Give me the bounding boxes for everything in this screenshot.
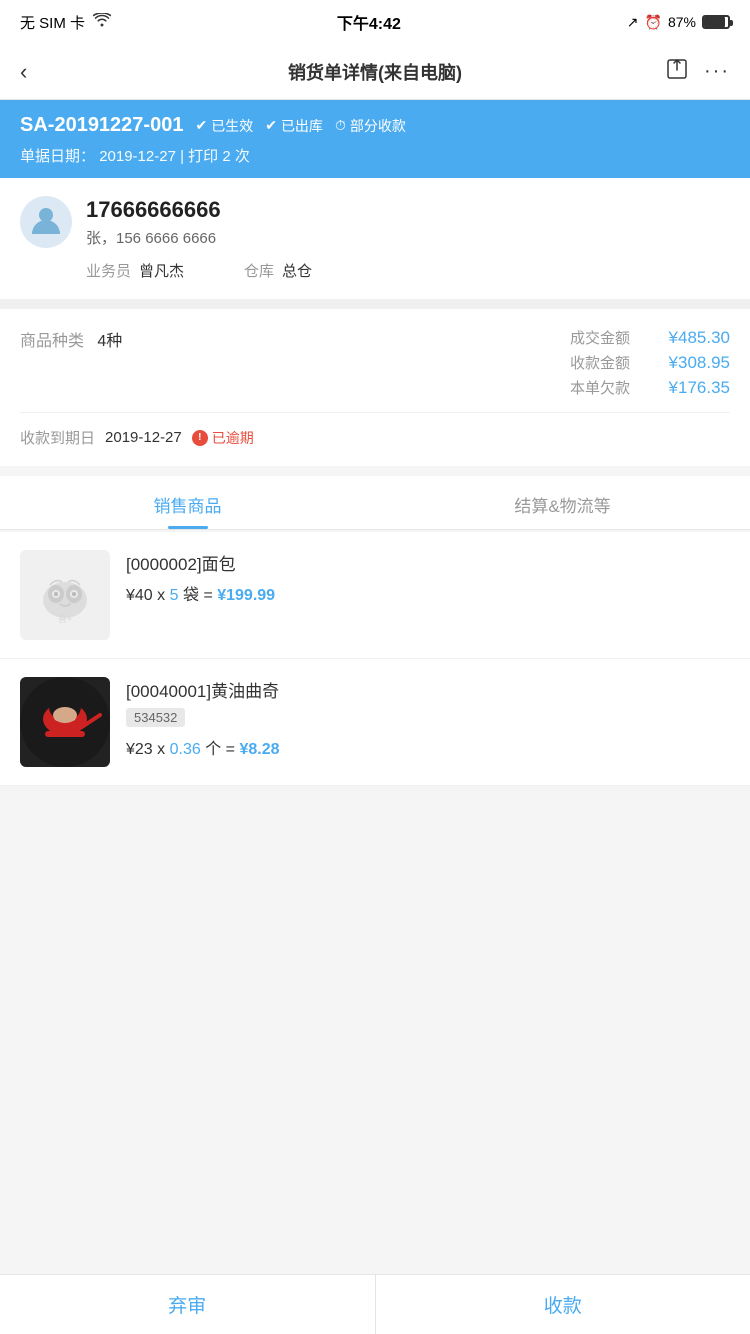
tabs-row: 销售商品 结算&物流等 <box>0 476 750 529</box>
debt-value: ¥176.35 <box>650 378 730 398</box>
stats-right: 成交金额 ¥485.30 收款金额 ¥308.95 本单欠款 ¥176.35 <box>570 327 730 398</box>
status-left: 无 SIM 卡 <box>20 12 111 33</box>
product-price-row-1: ¥40 x 5 袋 = ¥199.99 <box>126 581 730 605</box>
due-section: 收款到期日 2019-12-27 ! 已逾期 <box>20 412 730 448</box>
order-date: 2019-12-27 <box>99 148 176 165</box>
amount-value: ¥485.30 <box>650 328 730 348</box>
product-unit-2: 个 <box>205 741 221 758</box>
customer-info: 17666666666 张，156 6666 6666 <box>86 197 221 248</box>
due-label: 收款到期日 <box>20 427 95 448</box>
product-sku-2: 534532 <box>126 708 185 727</box>
staff-label: 业务员 <box>86 260 131 281</box>
battery-percent: 87% <box>668 14 696 30</box>
debt-stat: 本单欠款 ¥176.35 <box>570 377 730 398</box>
staff-info: 业务员 曾凡杰 <box>86 260 184 281</box>
product-total-1: ¥199.99 <box>217 587 275 604</box>
status-tag-partial: ⏱ 部分收款 <box>335 116 406 136</box>
customer-section: 17666666666 张，156 6666 6666 业务员 曾凡杰 仓库 总… <box>0 178 750 299</box>
received-stat: 收款金额 ¥308.95 <box>570 352 730 373</box>
order-status-row: SA-20191227-001 ✔ 已生效 ✔ 已出库 ⏱ 部分收款 <box>20 114 730 137</box>
abandon-review-button[interactable]: 弃审 <box>0 1275 376 1334</box>
product-qty-1: 5 <box>170 587 179 604</box>
list-item: 喜+ [0000002]面包 ¥40 x 5 袋 = ¥199.99 <box>0 532 750 659</box>
list-item: [00040001]黄油曲奇 534532 ¥23 x 0.36 个 = ¥8.… <box>0 659 750 786</box>
avatar <box>20 196 72 248</box>
nav-right-actions: ··· <box>666 58 730 86</box>
debt-label: 本单欠款 <box>570 377 630 398</box>
product-price-2: ¥23 <box>126 741 153 758</box>
bottom-bar: 弃审 收款 <box>0 1274 750 1334</box>
print-info: | 打印 2 次 <box>180 148 250 165</box>
location-icon: ↗ <box>627 14 639 31</box>
nav-bar: ‹ 销货单详情(来自电脑) ··· <box>0 44 750 100</box>
product-thumbnail-2 <box>20 677 110 767</box>
more-icon[interactable]: ··· <box>704 60 730 83</box>
amount-stat: 成交金额 ¥485.30 <box>570 327 730 348</box>
customer-contact: 张，156 6666 6666 <box>86 227 221 248</box>
product-name-1: [0000002]面包 <box>126 550 730 575</box>
header-date-row: 单据日期： 2019-12-27 | 打印 2 次 <box>20 145 730 166</box>
customer-meta: 业务员 曾凡杰 仓库 总仓 <box>20 260 730 281</box>
status-right: ↗ ⏰ 87% <box>627 14 730 31</box>
product-total-2: ¥8.28 <box>239 741 279 758</box>
product-info-2: [00040001]黄油曲奇 534532 ¥23 x 0.36 个 = ¥8.… <box>126 677 730 767</box>
clock-icon: ⏱ <box>335 117 346 134</box>
battery-icon <box>702 15 730 29</box>
status-time: 下午4:42 <box>337 10 401 34</box>
product-thumbnail-1: 喜+ <box>20 550 110 640</box>
tabs-section: 销售商品 结算&物流等 <box>0 476 750 530</box>
status-bar: 无 SIM 卡 下午4:42 ↗ ⏰ 87% <box>0 0 750 44</box>
received-label: 收款金额 <box>570 352 630 373</box>
category-stat: 商品种类 4种 <box>20 327 122 351</box>
wifi-icon <box>93 13 111 31</box>
amount-label: 成交金额 <box>570 327 630 348</box>
status-tag-active: ✔ 已生效 <box>195 116 253 136</box>
back-button[interactable]: ‹ <box>12 51 35 93</box>
product-qty-2: 0.36 <box>170 741 201 758</box>
overdue-badge: ! 已逾期 <box>192 428 254 448</box>
warehouse-info: 仓库 总仓 <box>244 260 312 281</box>
category-count: 4种 <box>97 333 122 350</box>
warehouse-label: 仓库 <box>244 260 274 281</box>
check-icon-shipped: ✔ <box>265 117 277 134</box>
received-value: ¥308.95 <box>650 353 730 373</box>
svg-text:喜+: 喜+ <box>58 613 72 624</box>
divider-1 <box>0 299 750 309</box>
date-label: 单据日期： <box>20 148 95 165</box>
header-band: SA-20191227-001 ✔ 已生效 ✔ 已出库 ⏱ 部分收款 单据日期：… <box>0 100 750 178</box>
product-price-row-2: ¥23 x 0.36 个 = ¥8.28 <box>126 735 730 759</box>
product-info-1: [0000002]面包 ¥40 x 5 袋 = ¥199.99 <box>126 550 730 640</box>
customer-row: 17666666666 张，156 6666 6666 <box>20 196 730 248</box>
staff-value: 曾凡杰 <box>139 260 184 281</box>
alarm-icon: ⏰ <box>645 14 662 31</box>
stats-section: 商品种类 4种 成交金额 ¥485.30 收款金额 ¥308.95 本单欠款 ¥… <box>0 309 750 466</box>
stats-left: 商品种类 4种 <box>20 327 122 351</box>
overdue-label: 已逾期 <box>212 428 254 448</box>
share-icon[interactable] <box>666 58 688 86</box>
product-name-2: [00040001]黄油曲奇 <box>126 677 730 702</box>
tab-settlement[interactable]: 结算&物流等 <box>375 476 750 529</box>
collect-payment-button[interactable]: 收款 <box>376 1275 750 1334</box>
warehouse-value: 总仓 <box>282 260 312 281</box>
due-date: 2019-12-27 <box>105 429 182 446</box>
product-unit-1: 袋 <box>183 587 199 604</box>
page-title: 销货单详情(来自电脑) <box>288 59 462 85</box>
customer-phone: 17666666666 <box>86 197 221 223</box>
carrier-label: 无 SIM 卡 <box>20 12 85 33</box>
product-price-1: ¥40 <box>126 587 153 604</box>
product-list: 喜+ [0000002]面包 ¥40 x 5 袋 = ¥199.99 <box>0 532 750 786</box>
status-tag-shipped: ✔ 已出库 <box>265 116 323 136</box>
tab-sales-products[interactable]: 销售商品 <box>0 476 375 529</box>
user-icon <box>29 202 63 243</box>
overdue-icon: ! <box>192 430 208 446</box>
category-label: 商品种类 <box>20 333 84 350</box>
stats-row: 商品种类 4种 成交金额 ¥485.30 收款金额 ¥308.95 本单欠款 ¥… <box>20 327 730 398</box>
order-id: SA-20191227-001 <box>20 114 183 137</box>
check-icon-active: ✔ <box>195 117 207 134</box>
